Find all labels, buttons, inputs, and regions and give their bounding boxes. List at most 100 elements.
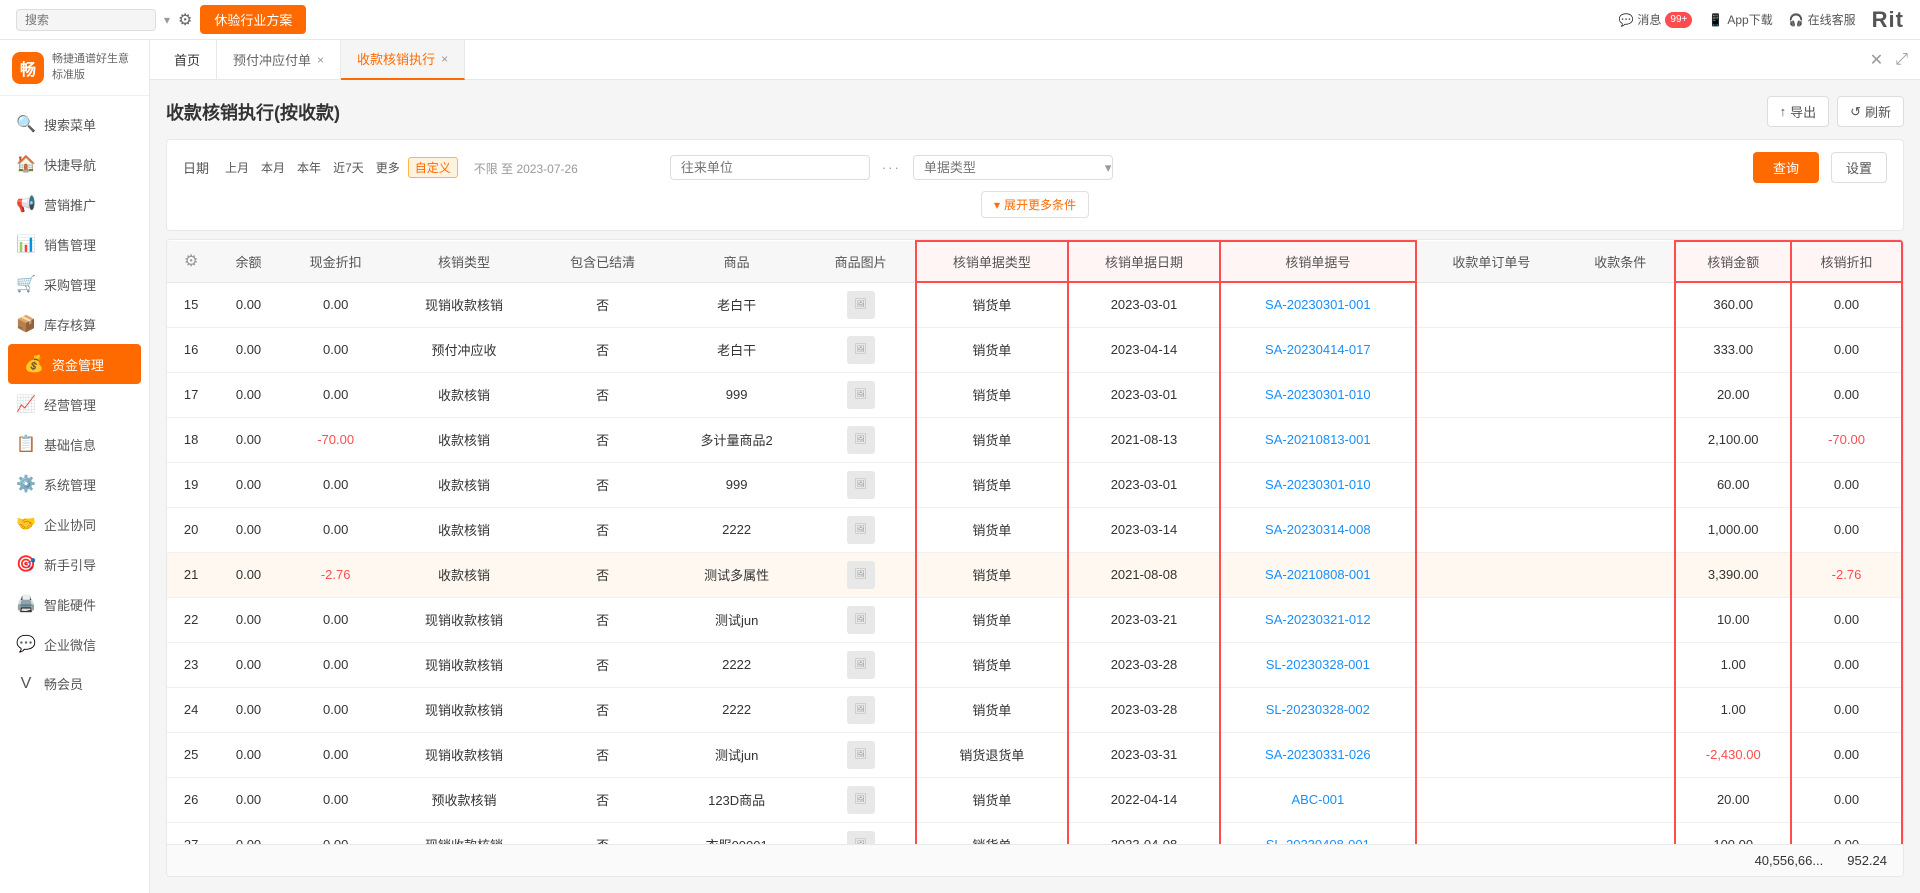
doc-no-link[interactable]: SA-20210808-001 (1265, 567, 1371, 582)
cell-doc-date: 2023-04-14 (1068, 327, 1220, 372)
cell-goods: 123D商品 (667, 777, 807, 822)
sidebar-label-marketing: 营销推广 (44, 195, 96, 214)
cell-goods-image: 🖼 (807, 777, 916, 822)
expand-more-conditions-button[interactable]: ▾ 展开更多条件 (981, 191, 1089, 218)
tab-expand-button[interactable]: ⤢ (1891, 47, 1912, 73)
tab-home[interactable]: 首页 (158, 40, 217, 80)
sidebar-label-sales: 销售管理 (44, 235, 96, 254)
refresh-button[interactable]: ↺ 刷新 (1837, 96, 1904, 127)
cell-goods-image: 🖼 (807, 282, 916, 327)
tab-collection[interactable]: 收款核销执行× (341, 40, 465, 80)
cell-receipt-order-no (1416, 327, 1567, 372)
sidebar-menu: 🔍搜索菜单🏠快捷导航📢营销推广📊销售管理🛒采购管理📦库存核算💰资金管理📈经营管理… (0, 96, 149, 893)
doc-no-link[interactable]: SA-20230414-017 (1265, 342, 1371, 357)
sidebar-item-business[interactable]: 📈经营管理 (0, 384, 149, 424)
doc-no-link[interactable]: SA-20230301-010 (1265, 387, 1371, 402)
goods-image: 🖼 (847, 516, 875, 544)
query-button[interactable]: 查询 (1753, 152, 1819, 183)
doc-no-link[interactable]: SL-20230328-002 (1266, 702, 1370, 717)
date-btn-last-month[interactable]: 上月 (221, 157, 253, 178)
tab-close-all-button[interactable]: ✕ (1866, 46, 1887, 74)
chevron-down-icon[interactable]: ▾ (164, 13, 170, 27)
sidebar-item-inventory[interactable]: 📦库存核算 (0, 304, 149, 344)
sidebar-item-finance[interactable]: 💰资金管理 (8, 344, 141, 384)
cell-balance: 0.00 (215, 732, 282, 777)
filter-settings-button[interactable]: 设置 (1831, 152, 1887, 183)
doc-no-link[interactable]: SL-20230328-001 (1266, 657, 1370, 672)
tab-prepay[interactable]: 预付冲应付单× (217, 40, 341, 80)
logo-line1: 畅捷通谱好生意 (52, 52, 129, 67)
online-service-button[interactable]: 🎧 在线客服 (1789, 11, 1856, 28)
date-btn-custom[interactable]: 自定义 (408, 157, 458, 178)
doc-no-link[interactable]: SA-20230314-008 (1265, 522, 1371, 537)
sidebar-item-member[interactable]: V畅会员 (0, 664, 149, 703)
date-btn-this-month[interactable]: 本月 (257, 157, 289, 178)
doc-type-input[interactable] (913, 155, 1113, 180)
cell-balance: 0.00 (215, 687, 282, 732)
goods-image: 🖼 (847, 381, 875, 409)
sidebar-item-system[interactable]: ⚙️系统管理 (0, 464, 149, 504)
export-icon: ↑ (1780, 104, 1787, 119)
cell-num: 17 (167, 372, 215, 417)
sidebar-item-wechat[interactable]: 💬企业微信 (0, 624, 149, 664)
date-btn-this-year[interactable]: 本年 (293, 157, 325, 178)
cell-doc-no: SL-20230408-001 (1220, 822, 1416, 844)
date-buttons: 上月 本月 本年 近7天 更多 自定义 (221, 157, 458, 178)
cell-goods-image: 🖼 (807, 327, 916, 372)
gear-icon[interactable]: ⚙ (178, 10, 192, 30)
cell-goods-image: 🖼 (807, 597, 916, 642)
cell-receipt-order-no (1416, 597, 1567, 642)
doc-no-link[interactable]: SA-20230301-010 (1265, 477, 1371, 492)
cell-write-off-discount: 0.00 (1791, 822, 1902, 844)
sidebar-item-hardware[interactable]: 🖨️智能硬件 (0, 584, 149, 624)
col-settings[interactable]: ⚙ (167, 241, 215, 282)
doc-no-link[interactable]: ABC-001 (1291, 792, 1344, 807)
sidebar-item-guide[interactable]: 🎯新手引导 (0, 544, 149, 584)
cell-doc-date: 2023-03-01 (1068, 282, 1220, 327)
sidebar-item-marketing[interactable]: 📢营销推广 (0, 184, 149, 224)
cell-write-off-type: 收款核销 (390, 507, 539, 552)
sidebar-item-quick[interactable]: 🏠快捷导航 (0, 144, 149, 184)
sidebar-item-search[interactable]: 🔍搜索菜单 (0, 104, 149, 144)
doc-no-link[interactable]: SA-20210813-001 (1265, 432, 1371, 447)
from-unit-input[interactable] (670, 155, 870, 180)
cell-doc-type: 销货单 (916, 642, 1068, 687)
search-input[interactable] (16, 9, 156, 31)
logo-text: 畅捷通谱好生意 标准版 (52, 52, 129, 83)
message-button[interactable]: 💬 消息 99+ (1618, 11, 1692, 28)
doc-no-link[interactable]: SL-20230408-001 (1266, 837, 1370, 844)
filter-expand-row: ▾ 展开更多条件 (183, 191, 1887, 218)
date-btn-more[interactable]: 更多 (372, 157, 404, 178)
table-row: 27 0.00 0.00 现销收款核销 否 衣服00001 🖼 销货单 2023… (167, 822, 1902, 844)
cell-write-off-amount: 60.00 (1675, 462, 1791, 507)
doc-no-link[interactable]: SA-20230301-001 (1265, 297, 1371, 312)
sidebar-item-purchase[interactable]: 🛒采购管理 (0, 264, 149, 304)
cell-goods: 测试jun (667, 732, 807, 777)
industry-button[interactable]: 休验行业方案 (200, 5, 306, 34)
tab-close-collection[interactable]: × (441, 52, 448, 66)
cell-include-settled: 否 (538, 732, 666, 777)
sidebar-item-basic[interactable]: 📋基础信息 (0, 424, 149, 464)
table-wrap[interactable]: ⚙ 余额 现金折扣 核销类型 包含已结清 商品 商品图片 核销单据类型 核销单据… (167, 240, 1903, 844)
cell-balance: 0.00 (215, 372, 282, 417)
member-icon: V (16, 675, 36, 693)
cell-receipt-condition (1566, 732, 1675, 777)
cell-doc-date: 2023-03-21 (1068, 597, 1220, 642)
sidebar-item-sales[interactable]: 📊销售管理 (0, 224, 149, 264)
sidebar-item-collab[interactable]: 🤝企业协同 (0, 504, 149, 544)
date-btn-7days[interactable]: 近7天 (329, 157, 368, 178)
tab-close-prepay[interactable]: × (317, 53, 324, 67)
page-content: 收款核销执行(按收款) ↑ 导出 ↺ 刷新 日期 上 (150, 80, 1920, 893)
cell-receipt-order-no (1416, 552, 1567, 597)
cell-doc-type: 销货单 (916, 687, 1068, 732)
doc-no-link[interactable]: SA-20230331-026 (1265, 747, 1371, 762)
col-receipt-order-no: 收款单订单号 (1416, 241, 1567, 282)
doc-no-link[interactable]: SA-20230321-012 (1265, 612, 1371, 627)
cell-include-settled: 否 (538, 597, 666, 642)
cell-goods: 2222 (667, 642, 807, 687)
app-download-button[interactable]: 📱 App下载 (1708, 11, 1772, 28)
doc-type-dropdown-icon: ▾ (1105, 160, 1112, 176)
finance-icon: 💰 (24, 354, 44, 374)
export-button[interactable]: ↑ 导出 (1767, 96, 1830, 127)
col-doc-no: 核销单据号 (1220, 241, 1416, 282)
